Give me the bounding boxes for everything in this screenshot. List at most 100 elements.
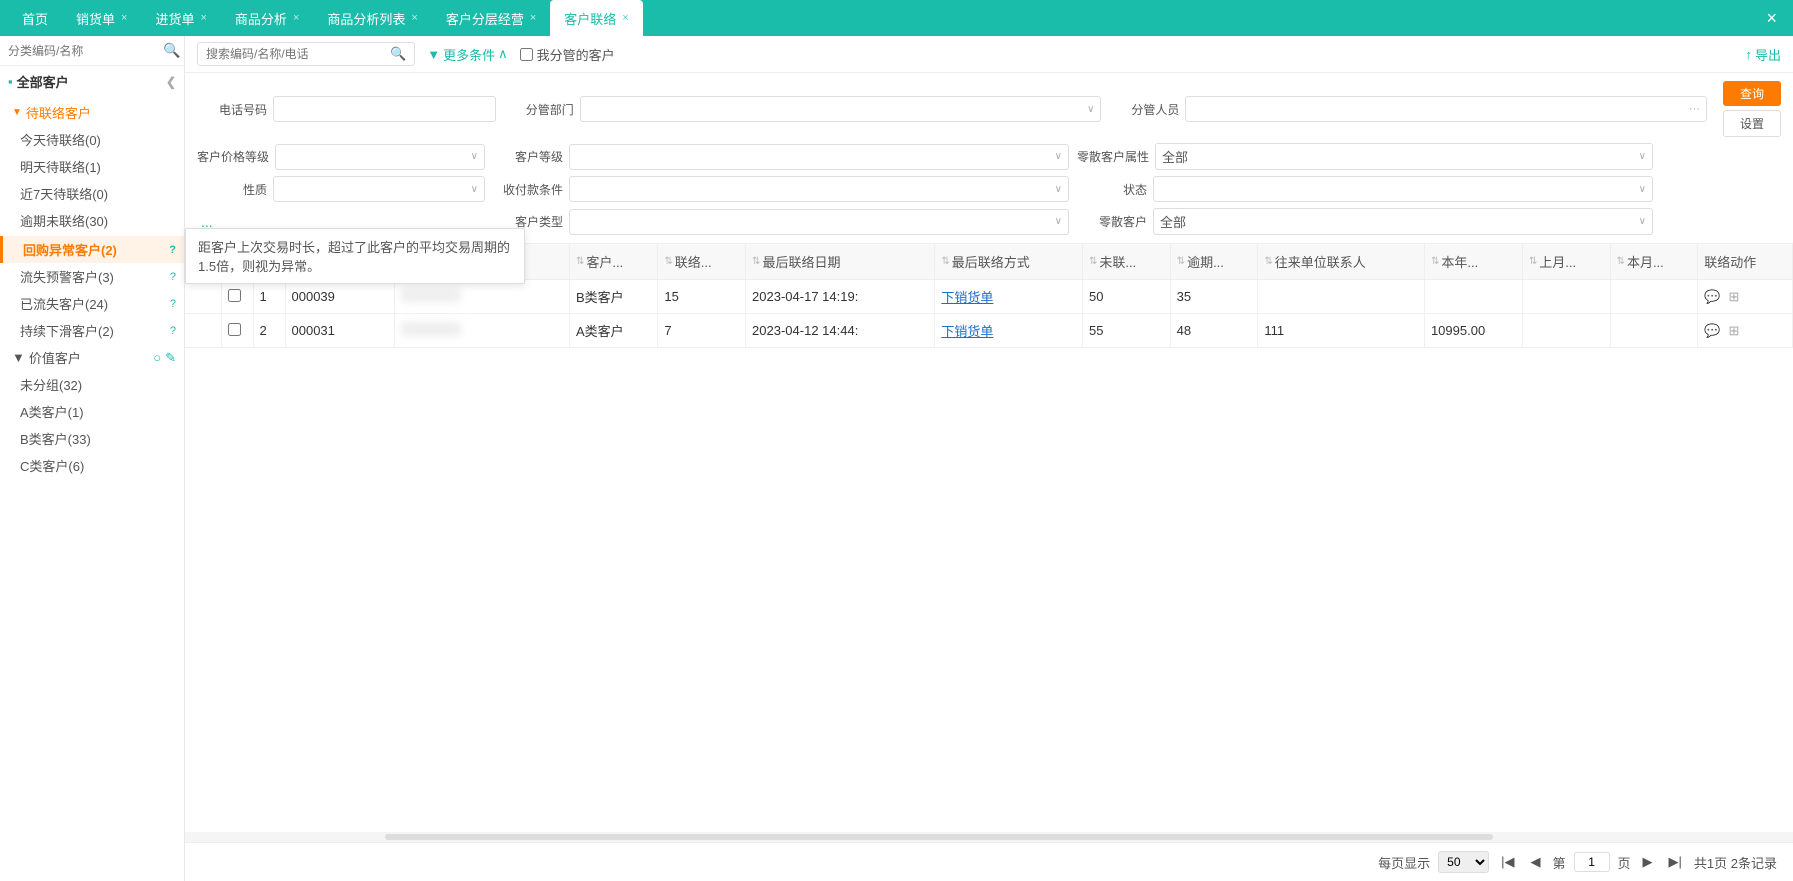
sort-thismonth-icon[interactable]: ⇅ — [1617, 256, 1625, 267]
nav-sales[interactable]: 销货单 × — [62, 0, 141, 36]
sidebar-all-customers[interactable]: ▪ 全部客户 ❮ — [0, 66, 184, 97]
nav-customer-segment[interactable]: 客户分层经营 × — [432, 0, 550, 36]
pending-group-header[interactable]: ▼ 待联络客户 — [0, 99, 184, 126]
sort-overdue-icon[interactable]: ⇅ — [1177, 256, 1185, 267]
more-conditions-button[interactable]: ▼ 更多条件 ∧ — [427, 45, 507, 64]
close-sales-icon[interactable]: × — [121, 12, 127, 24]
my-customer-checkbox[interactable] — [520, 48, 533, 61]
cell-code-2[interactable]: 000031 — [285, 314, 395, 348]
declining-hint-icon[interactable]: ? — [170, 325, 176, 337]
sort-pending-icon[interactable]: ⇅ — [1089, 256, 1097, 267]
main-search-input[interactable] — [206, 47, 386, 61]
customer-type-select[interactable]: ∨ — [569, 209, 1069, 235]
col-last-date[interactable]: ⇅ 最后联络日期 — [746, 244, 935, 280]
col-contact[interactable]: ⇅ 联络... — [658, 244, 746, 280]
sidebar-search-box[interactable]: 🔍 — [0, 36, 184, 66]
grid-action-icon-2[interactable]: ⊞ — [1728, 323, 1739, 339]
value-group-edit-icon[interactable]: ○ — [153, 350, 161, 366]
sort-lastdate-icon[interactable]: ⇅ — [752, 256, 760, 267]
collapse-icon[interactable]: ❮ — [166, 75, 176, 89]
first-page-icon[interactable]: |◀ — [1497, 854, 1518, 870]
sidebar-search-icon[interactable]: 🔍 — [163, 42, 180, 59]
nav-home[interactable]: 首页 — [8, 0, 62, 36]
phone-input[interactable] — [273, 96, 496, 122]
settings-button[interactable]: 设置 — [1723, 110, 1781, 137]
export-button[interactable]: ↑ 导出 — [1745, 45, 1781, 64]
col-this-month[interactable]: ⇅ 本月... — [1610, 244, 1698, 280]
retail-attr-select[interactable]: 全部 ∨ — [1155, 143, 1653, 170]
col-last-method[interactable]: ⇅ 最后联络方式 — [935, 244, 1083, 280]
row1-checkbox[interactable] — [228, 289, 241, 302]
prev-page-icon[interactable]: ◀ — [1527, 854, 1545, 870]
cell-lastmethod-2[interactable]: 下销货单 — [935, 314, 1083, 348]
cell-checkbox-1[interactable] — [221, 280, 253, 314]
person-select[interactable]: ··· — [1185, 96, 1707, 122]
col-overdue[interactable]: ⇅ 逾期... — [1170, 244, 1258, 280]
main-search-box[interactable]: 🔍 — [197, 42, 415, 66]
col-last-month[interactable]: ⇅ 上月... — [1522, 244, 1610, 280]
churn-warning-hint-icon[interactable]: ? — [170, 271, 176, 283]
payment-select[interactable]: ∨ — [569, 176, 1069, 202]
dept-select[interactable]: ∨ — [580, 96, 1102, 122]
page-number-input[interactable] — [1574, 852, 1610, 872]
nav-customer-contact[interactable]: 客户联络 × — [550, 0, 642, 36]
value-group-header[interactable]: ▼ 价值客户 ○ ✎ — [0, 344, 184, 371]
last-page-icon[interactable]: ▶| — [1665, 854, 1686, 870]
sidebar-item-ungroup[interactable]: 未分组(32) — [0, 371, 184, 398]
close-customer-segment-icon[interactable]: × — [530, 12, 536, 24]
sort-lastmonth-icon[interactable]: ⇅ — [1529, 256, 1537, 267]
close-product-analysis-icon[interactable]: × — [293, 12, 299, 24]
close-customer-contact-icon[interactable]: × — [622, 12, 628, 24]
row2-checkbox[interactable] — [228, 323, 241, 336]
person-more-icon[interactable]: ··· — [1689, 103, 1700, 115]
sidebar-item-a-class[interactable]: A类客户(1) — [0, 398, 184, 425]
sidebar-item-abnormal[interactable]: 回购异常客户(2) ? — [0, 236, 184, 263]
col-unit-contact[interactable]: ⇅ 往来单位联系人 — [1258, 244, 1425, 280]
status-select[interactable]: ∨ — [1153, 176, 1653, 202]
close-product-list-icon[interactable]: × — [411, 12, 417, 24]
value-group-settings-icon[interactable]: ✎ — [165, 350, 176, 366]
close-purchase-icon[interactable]: × — [200, 12, 206, 24]
sidebar-item-b-class[interactable]: B类客户(33) — [0, 425, 184, 452]
sidebar-item-7days[interactable]: 近7天待联络(0) — [0, 180, 184, 207]
chat-icon-1[interactable]: 💬 — [1704, 289, 1720, 305]
next-page-icon[interactable]: ▶ — [1639, 854, 1657, 870]
sort-thisyear-icon[interactable]: ⇅ — [1431, 256, 1439, 267]
sidebar-search-input[interactable] — [8, 44, 163, 58]
grid-action-icon-1[interactable]: ⊞ — [1728, 289, 1739, 305]
sidebar-item-declining[interactable]: 持续下滑客户(2) ? — [0, 317, 184, 344]
sidebar-item-c-class[interactable]: C类客户(6) — [0, 452, 184, 479]
nav-product-list[interactable]: 商品分析列表 × — [313, 0, 431, 36]
col-this-year[interactable]: ⇅ 本年... — [1424, 244, 1522, 280]
retail-customer-select[interactable]: 全部 ∨ — [1153, 208, 1653, 235]
my-customer-filter[interactable]: 我分管的客户 — [520, 45, 615, 64]
sidebar-item-churned[interactable]: 已流失客户(24) ? — [0, 290, 184, 317]
churned-hint-icon[interactable]: ? — [170, 298, 176, 310]
last-method-link-2[interactable]: 下销货单 — [941, 324, 993, 339]
cell-code-1[interactable]: 000039 — [285, 280, 395, 314]
abnormal-hint-icon[interactable]: ? — [169, 244, 176, 256]
sidebar-item-churn-warning[interactable]: 流失预警客户(3) ? — [0, 263, 184, 290]
sort-lastmethod-icon[interactable]: ⇅ — [941, 256, 949, 267]
last-method-link-1[interactable]: 下销货单 — [941, 290, 993, 305]
col-type[interactable]: ⇅ 客户... — [570, 244, 658, 280]
col-pending[interactable]: ⇅ 未联... — [1082, 244, 1170, 280]
price-level-select[interactable]: ∨ — [275, 144, 485, 170]
chat-icon-2[interactable]: 💬 — [1704, 323, 1720, 339]
gender-select[interactable]: ∨ — [273, 176, 485, 202]
sort-unit-icon[interactable]: ⇅ — [1264, 256, 1272, 267]
nav-purchase[interactable]: 进货单 × — [141, 0, 220, 36]
customer-level-select[interactable]: ∨ — [569, 144, 1069, 170]
sort-type-icon[interactable]: ⇅ — [576, 256, 584, 267]
main-search-icon[interactable]: 🔍 — [390, 46, 406, 62]
nav-product-analysis[interactable]: 商品分析 × — [221, 0, 313, 36]
horizontal-scrollbar[interactable] — [185, 832, 1793, 842]
sort-contact-icon[interactable]: ⇅ — [664, 256, 672, 267]
cell-lastmethod-1[interactable]: 下销货单 — [935, 280, 1083, 314]
cell-checkbox-2[interactable] — [221, 314, 253, 348]
query-button[interactable]: 查询 — [1723, 81, 1781, 106]
sidebar-item-today[interactable]: 今天待联络(0) — [0, 126, 184, 153]
sidebar-item-overdue[interactable]: 逾期未联络(30) — [0, 207, 184, 234]
per-page-select[interactable]: 50 100 200 — [1438, 851, 1489, 873]
sidebar-item-tomorrow[interactable]: 明天待联络(1) — [0, 153, 184, 180]
